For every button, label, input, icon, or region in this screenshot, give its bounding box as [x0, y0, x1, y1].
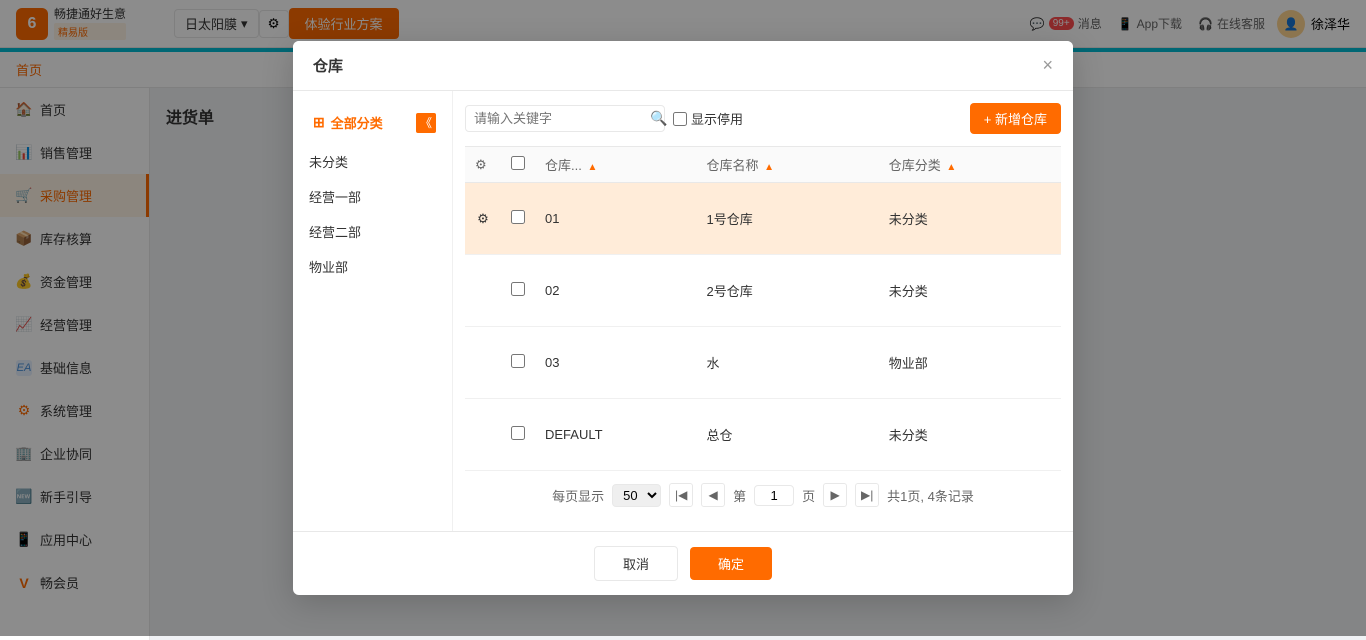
table-toolbar: 🔍 显示停用 + 新增仓库 — [465, 103, 1061, 134]
row-category-4: 未分类 — [879, 399, 1061, 471]
row-name-1: 1号仓库 — [696, 183, 878, 255]
table-body: ⚙ 01 1号仓库 未分类 02 2号仓库 未分类 — [465, 183, 1061, 471]
row-name-3: 水 — [696, 327, 878, 399]
sort-arrow-name: ▲ — [764, 162, 774, 173]
new-warehouse-button[interactable]: + 新增仓库 — [970, 103, 1061, 134]
page-suffix: 页 — [802, 486, 815, 505]
row-code-4: DEFAULT — [535, 399, 696, 471]
pagination: 每页显示 50 |◀ ◀ 第 页 ▶ ▶| 共1页, 4条记录 — [465, 471, 1061, 519]
show-disabled-label[interactable]: 显示停用 — [673, 109, 743, 128]
row-settings-4[interactable] — [465, 399, 501, 471]
per-page-select[interactable]: 50 — [612, 484, 661, 507]
search-input-wrap: 🔍 — [465, 105, 665, 132]
col-code-label: 仓库... — [545, 158, 582, 173]
dialog-header: 仓库 × — [293, 41, 1073, 91]
category-all[interactable]: ⊞ 全部分类 — [301, 105, 395, 140]
category-item-dept1[interactable]: 经营一部 — [293, 179, 452, 214]
table-header: ⚙ 仓库... ▲ 仓库名称 ▲ 仓库分类 ▲ — [465, 147, 1061, 183]
dialog-body: ⊞ 全部分类 《 未分类 经营一部 经营二部 物业部 — [293, 91, 1073, 531]
dialog-footer: 取消 确定 — [293, 531, 1073, 595]
per-page-label: 每页显示 — [552, 486, 604, 505]
cancel-button[interactable]: 取消 — [594, 546, 678, 581]
col-category: 仓库分类 ▲ — [879, 147, 1061, 183]
page-label: 第 — [733, 486, 746, 505]
page-last-button[interactable]: ▶| — [855, 483, 879, 507]
row-settings-2[interactable] — [465, 255, 501, 327]
page-input[interactable] — [754, 485, 794, 506]
sort-arrow-code: ▲ — [587, 162, 597, 173]
grid-icon: ⊞ — [313, 114, 325, 131]
select-all-checkbox[interactable] — [511, 156, 525, 170]
row-check-2[interactable] — [511, 282, 525, 296]
row-check-3[interactable] — [511, 354, 525, 368]
table-panel: 🔍 显示停用 + 新增仓库 ⚙ 仓库... ▲ — [453, 91, 1073, 531]
total-info: 共1页, 4条记录 — [887, 486, 974, 505]
row-category-2: 未分类 — [879, 255, 1061, 327]
warehouse-table: ⚙ 仓库... ▲ 仓库名称 ▲ 仓库分类 ▲ — [465, 146, 1061, 471]
col-category-label: 仓库分类 — [889, 158, 941, 173]
col-check — [501, 147, 535, 183]
category-item-property[interactable]: 物业部 — [293, 249, 452, 284]
row-settings-3[interactable] — [465, 327, 501, 399]
col-settings: ⚙ — [465, 147, 501, 183]
col-code: 仓库... ▲ — [535, 147, 696, 183]
row-settings-1[interactable]: ⚙ — [465, 183, 501, 255]
col-name-label: 仓库名称 — [706, 158, 758, 173]
category-item-dept2[interactable]: 经营二部 — [293, 214, 452, 249]
confirm-button[interactable]: 确定 — [690, 547, 772, 580]
show-disabled-text: 显示停用 — [691, 109, 743, 128]
page-next-button[interactable]: ▶ — [823, 483, 847, 507]
row-check-4[interactable] — [511, 426, 525, 440]
table-row[interactable]: DEFAULT 总仓 未分类 — [465, 399, 1061, 471]
table-row[interactable]: ⚙ 01 1号仓库 未分类 — [465, 183, 1061, 255]
page-prev-button[interactable]: ◀ — [701, 483, 725, 507]
row-name-2: 2号仓库 — [696, 255, 878, 327]
show-disabled-checkbox[interactable] — [673, 112, 687, 126]
row-check-1[interactable] — [511, 210, 525, 224]
col-name: 仓库名称 ▲ — [696, 147, 878, 183]
dialog-close-button[interactable]: × — [1042, 55, 1053, 76]
page-first-button[interactable]: |◀ — [669, 483, 693, 507]
search-input[interactable] — [474, 111, 650, 126]
category-panel: ⊞ 全部分类 《 未分类 经营一部 经营二部 物业部 — [293, 91, 453, 531]
dialog-title: 仓库 — [313, 55, 343, 76]
row-code-2: 02 — [535, 255, 696, 327]
category-collapse-button[interactable]: 《 — [416, 113, 436, 133]
row-code-1: 01 — [535, 183, 696, 255]
row-code-3: 03 — [535, 327, 696, 399]
sort-arrow-category: ▲ — [946, 162, 956, 173]
warehouse-dialog: 仓库 × ⊞ 全部分类 《 未分类 经营一部 经营二部 物业部 — [293, 41, 1073, 595]
row-category-1: 未分类 — [879, 183, 1061, 255]
category-all-label: 全部分类 — [331, 113, 383, 132]
table-row[interactable]: 03 水 物业部 — [465, 327, 1061, 399]
row-category-3: 物业部 — [879, 327, 1061, 399]
row-name-4: 总仓 — [696, 399, 878, 471]
search-icon[interactable]: 🔍 — [650, 110, 667, 127]
category-item-unclassified[interactable]: 未分类 — [293, 144, 452, 179]
table-row[interactable]: 02 2号仓库 未分类 — [465, 255, 1061, 327]
